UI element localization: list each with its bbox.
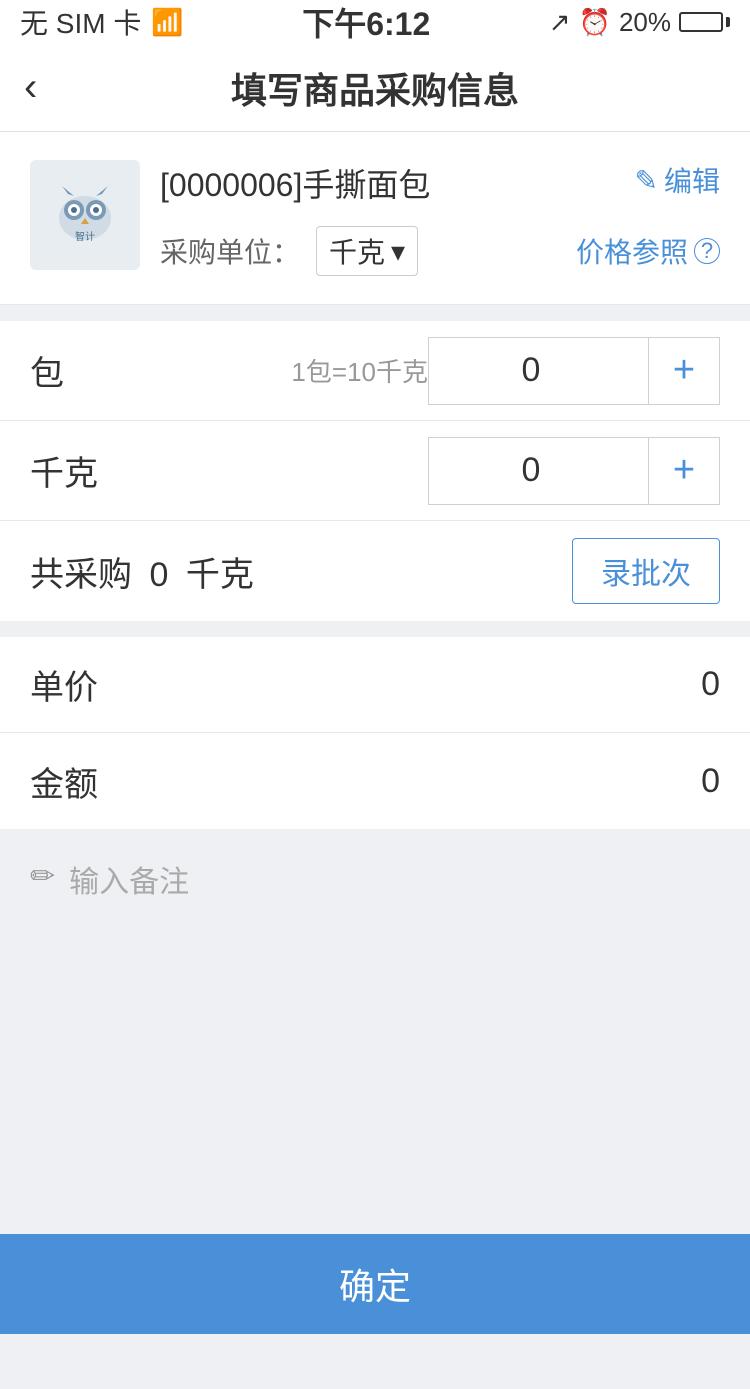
bao-input[interactable] — [428, 337, 648, 405]
no-sim-text: 无 SIM 卡 — [20, 2, 141, 42]
unit-dropdown[interactable]: 千克 ▾ — [316, 226, 418, 276]
kg-input-wrap: + — [428, 437, 720, 505]
page-title: 填写商品采购信息 — [231, 62, 519, 114]
alarm-icon: ⏰ — [579, 7, 611, 38]
bao-unit: 1包=10千克 — [291, 352, 428, 389]
back-button[interactable]: ‹ — [24, 65, 37, 110]
remark-placeholder: 输入备注 — [69, 857, 189, 901]
bao-input-row: 包 1包=10千克 + — [0, 321, 750, 421]
section-divider-1 — [0, 305, 750, 321]
confirm-label: 确定 — [339, 1258, 411, 1310]
kg-plus-button[interactable]: + — [648, 437, 720, 505]
kg-input[interactable] — [428, 437, 648, 505]
summary-row: 共采购 0 千克 录批次 — [0, 521, 750, 621]
unit-price-row: 单价 0 — [0, 637, 750, 733]
bao-input-wrap: + — [428, 337, 720, 405]
bao-label: 包 — [30, 346, 281, 395]
amount-label: 金额 — [30, 757, 98, 806]
bao-plus-button[interactable]: + — [648, 337, 720, 405]
status-time: 下午6:12 — [302, 0, 430, 45]
kg-input-row: 千克 + — [0, 421, 750, 521]
section-divider-2 — [0, 621, 750, 637]
remark-section[interactable]: ✏ 输入备注 — [0, 829, 750, 1009]
status-bar: 无 SIM 卡 📶 下午6:12 ↗ ⏰ 20% — [0, 0, 750, 44]
battery-text: 20% — [619, 7, 671, 38]
unit-label: 采购单位： — [160, 231, 300, 271]
kg-label: 千克 — [30, 446, 428, 495]
amount-row: 金额 0 — [0, 733, 750, 829]
price-ref-button[interactable]: 价格参照 ? — [576, 231, 720, 271]
summary-text: 共采购 0 千克 — [30, 547, 254, 596]
summary-quantity: 0 — [149, 556, 168, 594]
amount-value: 0 — [701, 762, 720, 801]
edit-icon: ✎ — [635, 164, 658, 197]
product-thumbnail: 智计 — [30, 160, 140, 270]
nav-bar: ‹ 填写商品采购信息 — [0, 44, 750, 132]
batch-button[interactable]: 录批次 — [572, 538, 720, 604]
price-section: 单价 0 金额 0 — [0, 637, 750, 829]
confirm-button[interactable]: 确定 — [0, 1234, 750, 1334]
product-name: [0000006]手撕面包 — [160, 160, 635, 206]
wifi-icon: 📶 — [151, 7, 183, 38]
product-logo: 智计 — [50, 180, 120, 250]
pencil-icon: ✏ — [30, 859, 55, 894]
unit-price-label: 单价 — [30, 660, 98, 709]
edit-button[interactable]: ✎ 编辑 — [635, 160, 720, 200]
svg-text:智计: 智计 — [75, 230, 95, 243]
location-icon: ↗ — [549, 7, 571, 38]
product-card: 智计 [0000006]手撕面包 ✎ 编辑 采购单位： 千克 ▾ 价格参照 ? — [0, 132, 750, 305]
help-icon: ? — [694, 238, 720, 264]
input-section: 包 1包=10千克 + 千克 + 共采购 0 千克 录批次 — [0, 321, 750, 621]
battery-icon — [679, 12, 730, 32]
unit-price-value: 0 — [701, 665, 720, 704]
product-info: [0000006]手撕面包 ✎ 编辑 采购单位： 千克 ▾ 价格参照 ? — [160, 160, 720, 276]
